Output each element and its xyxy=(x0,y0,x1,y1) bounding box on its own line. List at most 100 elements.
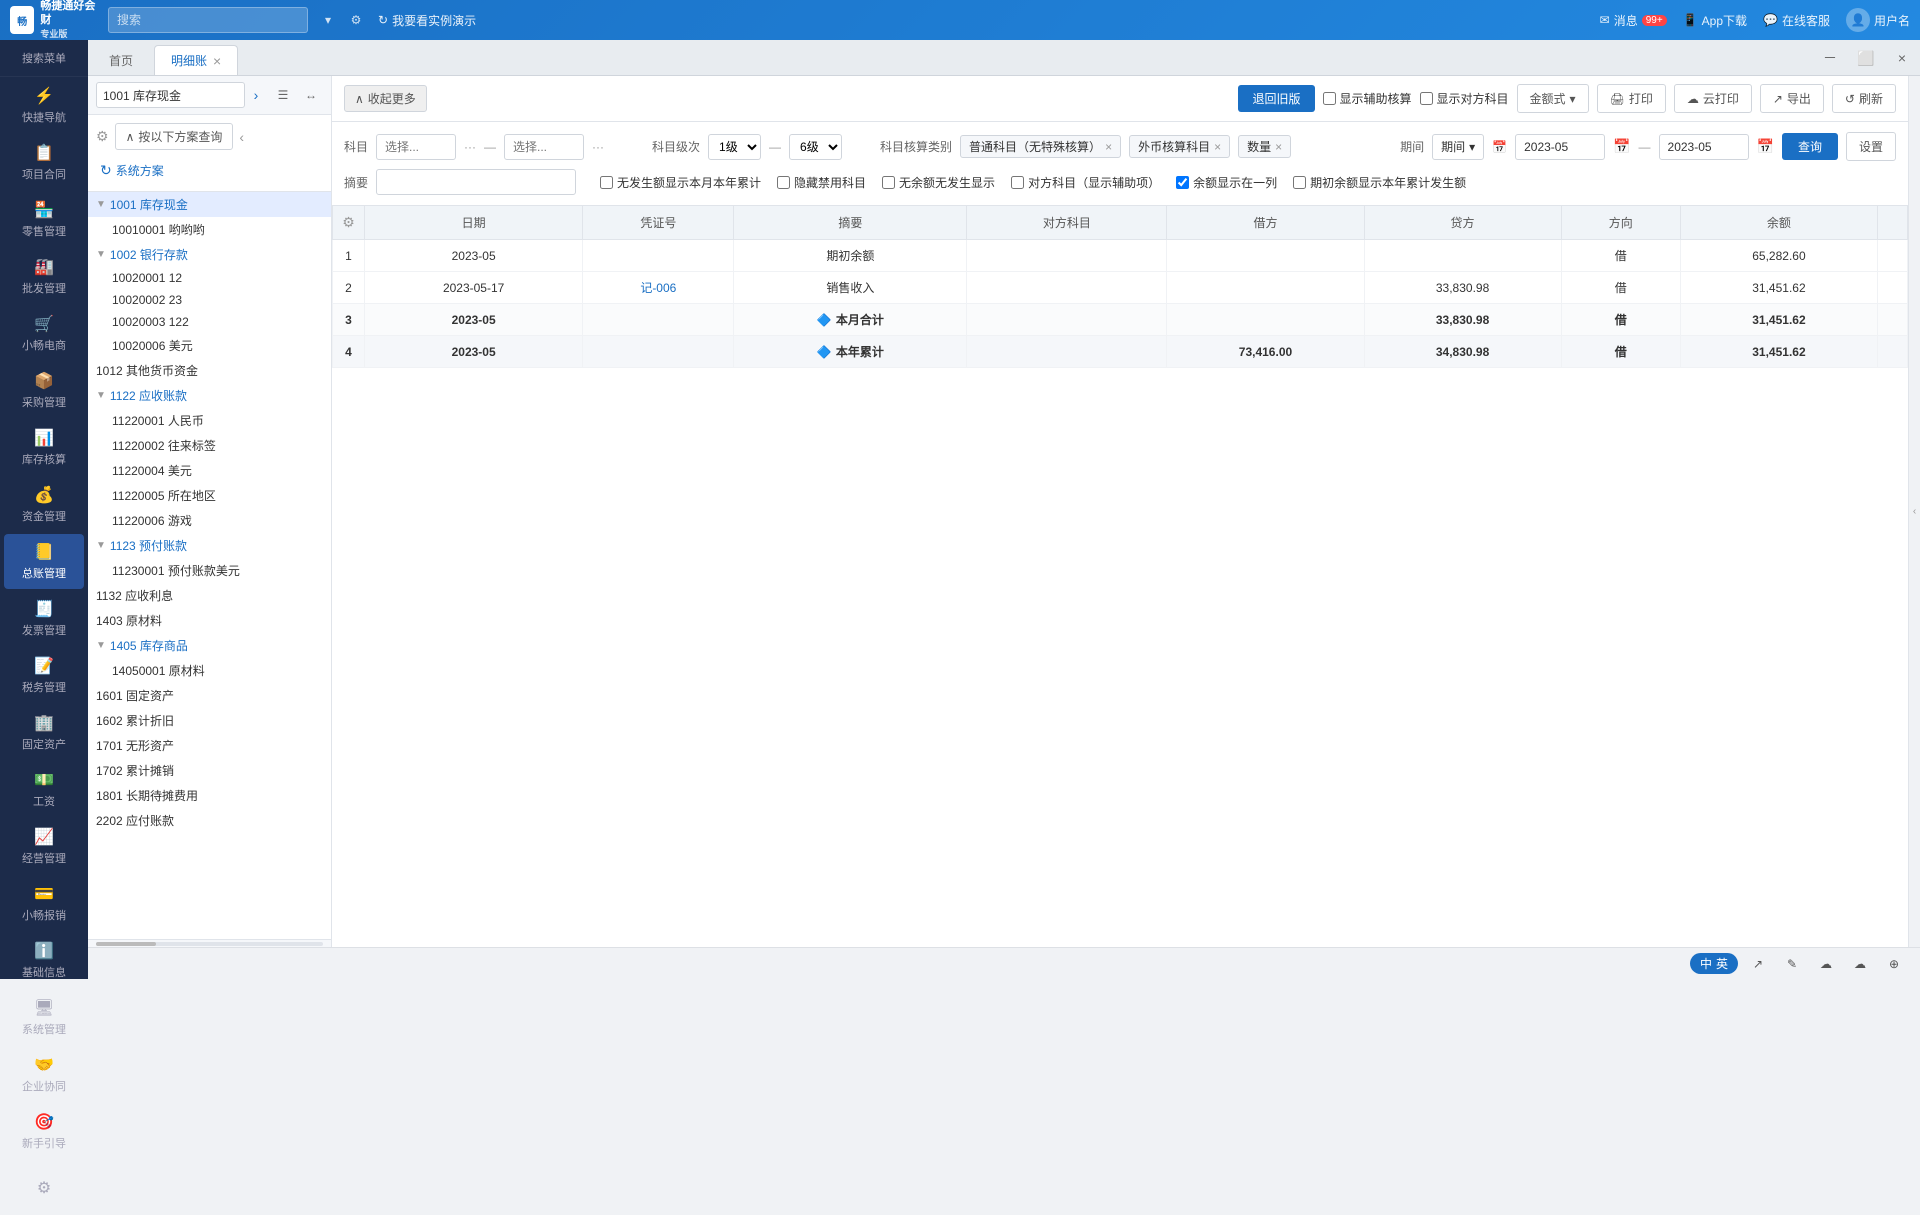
system-plan-btn[interactable]: ↻ 系统方案 xyxy=(96,158,323,183)
subject-input[interactable] xyxy=(376,134,456,160)
scroll-thumb[interactable] xyxy=(96,942,156,946)
export-btn[interactable]: ↗ 导出 xyxy=(1760,84,1824,113)
tree-item-10020006[interactable]: 10020006 美元 xyxy=(88,333,331,358)
tab-detail[interactable]: 明细账 × xyxy=(154,45,238,75)
sidebar-item-payroll[interactable]: 💵 工资 xyxy=(4,762,84,817)
online-service-btn[interactable]: 💬 在线客服 xyxy=(1763,12,1830,29)
category-tag-3-remove[interactable]: × xyxy=(1275,140,1282,154)
query-collapse-icon[interactable]: ‹ xyxy=(239,129,244,145)
tree-item-1123[interactable]: ▼ 1123 预付账款 xyxy=(88,533,331,558)
calendar-icon-2[interactable]: 📅 xyxy=(1757,138,1774,155)
cloud-print-btn[interactable]: ☁ 云打印 xyxy=(1674,84,1752,113)
level-to-select[interactable]: 6级 xyxy=(789,134,842,160)
tree-item-1702[interactable]: 1702 累计摊销 xyxy=(88,758,331,783)
lang-btn[interactable]: 中 英 xyxy=(1690,953,1738,974)
sidebar-item-wholesale[interactable]: 🏭 批发管理 xyxy=(4,249,84,304)
tree-item-11220004[interactable]: 11220004 美元 xyxy=(88,458,331,483)
tree-item-11220001[interactable]: 11220001 人民币 xyxy=(88,408,331,433)
message-btn[interactable]: ✉ 消息 99+ xyxy=(1600,12,1667,29)
scroll-track[interactable] xyxy=(96,942,323,946)
period-opening-checkbox[interactable]: 期初余额显示本年累计发生额 xyxy=(1293,174,1466,191)
print-btn[interactable]: 🖨 打印 xyxy=(1597,84,1666,113)
sidebar-search-btn[interactable]: 搜索菜单 xyxy=(0,40,88,77)
tree-item-10020003[interactable]: 10020003 122 xyxy=(88,311,331,333)
tab-close-btn[interactable]: × xyxy=(213,54,221,68)
account-tool-expand[interactable]: ↔ xyxy=(299,83,323,107)
app-download-btn[interactable]: 📱 App下载 xyxy=(1683,12,1747,29)
bottom-icon-3[interactable]: ☁ xyxy=(1812,950,1840,978)
top-search-input[interactable] xyxy=(117,13,299,27)
sidebar-item-purchase[interactable]: 📦 采购管理 xyxy=(4,363,84,418)
sidebar-item-assets[interactable]: 🏢 固定资产 xyxy=(4,705,84,760)
window-close-btn[interactable]: × xyxy=(1884,43,1920,73)
tree-item-1801[interactable]: 1801 长期待摊费用 xyxy=(88,783,331,808)
window-minimize-btn[interactable]: － xyxy=(1812,43,1848,73)
refresh-btn[interactable]: ↺ 刷新 xyxy=(1832,84,1896,113)
tree-item-1001[interactable]: ▼ 1001 库存现金 xyxy=(88,192,331,217)
bottom-icon-1[interactable]: ↗ xyxy=(1744,950,1772,978)
tree-item-2202[interactable]: 2202 应付账款 xyxy=(88,808,331,833)
sidebar-item-ledger[interactable]: 📒 总账管理 xyxy=(4,534,84,589)
demo-link[interactable]: ↻ 我要看实例演示 xyxy=(378,12,476,29)
tree-item-11220006[interactable]: 11220006 游戏 xyxy=(88,508,331,533)
tab-home[interactable]: 首页 xyxy=(92,45,150,75)
account-nav-btn[interactable]: › xyxy=(245,84,267,106)
sidebar-item-quick-nav[interactable]: ⚡ 快捷导航 xyxy=(4,78,84,133)
sidebar-item-capital[interactable]: 💰 资金管理 xyxy=(4,477,84,532)
subject-input-to[interactable] xyxy=(504,134,584,160)
sidebar-item-project[interactable]: 📋 项目合同 xyxy=(4,135,84,190)
sidebar-item-sales[interactable]: 💳 小畅报销 xyxy=(4,876,84,931)
show-opposite-checkbox[interactable]: 显示对方科目 xyxy=(1420,90,1509,107)
bottom-icon-2[interactable]: ✎ xyxy=(1778,950,1806,978)
date-from-input[interactable]: 2023-05 xyxy=(1515,134,1605,160)
tree-item-11220002[interactable]: 11220002 往来标签 xyxy=(88,433,331,458)
tree-item-10020002[interactable]: 10020002 23 xyxy=(88,289,331,311)
settings-btn[interactable]: 设置 xyxy=(1846,132,1896,161)
tree-item-1122[interactable]: ▼ 1122 应收账款 xyxy=(88,383,331,408)
sidebar-item-basic[interactable]: ℹ️ 基础信息 xyxy=(4,933,84,988)
query-btn[interactable]: 查询 xyxy=(1782,133,1838,160)
tree-item-10010001[interactable]: 10010001 哟哟哟 xyxy=(88,217,331,242)
more-btn[interactable]: ∧ 收起更多 xyxy=(344,85,427,112)
voucher-link[interactable]: 记-006 xyxy=(640,281,676,295)
tree-item-1602[interactable]: 1602 累计折旧 xyxy=(88,708,331,733)
sidebar-item-inventory[interactable]: 📊 库存核算 xyxy=(4,420,84,475)
tree-item-1403[interactable]: 1403 原材料 xyxy=(88,608,331,633)
tree-item-1132[interactable]: 1132 应收利息 xyxy=(88,583,331,608)
sidebar-item-invoice[interactable]: 🧾 发票管理 xyxy=(4,591,84,646)
account-search-box[interactable]: 1001 库存现金 xyxy=(96,82,245,108)
no-balance-checkbox[interactable]: 无余额无发生显示 xyxy=(882,174,995,191)
user-area[interactable]: 👤 用户名 xyxy=(1846,8,1910,32)
bottom-icon-5[interactable]: ⊕ xyxy=(1880,950,1908,978)
th-settings[interactable]: ⚙ xyxy=(333,206,365,240)
sidebar-settings-btn[interactable]: ⚙ xyxy=(4,1170,84,1206)
tree-item-11220005[interactable]: 11220005 所在地区 xyxy=(88,483,331,508)
summary-input[interactable] xyxy=(376,169,576,195)
date-to-input[interactable]: 2023-05 xyxy=(1659,134,1749,160)
period-type-select[interactable]: 期间 ▾ xyxy=(1432,134,1484,160)
td-voucher-2[interactable]: 记-006 xyxy=(583,272,734,304)
collapse-toggle[interactable]: ‹ xyxy=(1908,76,1920,947)
balance-one-col-checkbox[interactable]: 余额显示在一列 xyxy=(1176,174,1277,191)
category-tag-1-remove[interactable]: × xyxy=(1105,140,1112,154)
hide-disabled-checkbox[interactable]: 隐藏禁用科目 xyxy=(777,174,866,191)
tree-item-1012[interactable]: 1012 其他货币资金 xyxy=(88,358,331,383)
top-search-box[interactable] xyxy=(108,7,308,33)
opposite-show-checkbox[interactable]: 对方科目（显示辅助项） xyxy=(1011,174,1160,191)
show-aux-checkbox[interactable]: 显示辅助核算 xyxy=(1323,90,1412,107)
query-settings-icon[interactable]: ⚙ xyxy=(96,128,109,145)
no-activity-checkbox[interactable]: 无发生额显示本月本年累计 xyxy=(600,174,761,191)
tree-item-1601[interactable]: 1601 固定资产 xyxy=(88,683,331,708)
window-maximize-btn[interactable]: ⬜ xyxy=(1848,43,1884,73)
amount-style-btn[interactable]: 金额式 ▾ xyxy=(1517,84,1589,113)
tree-item-1405[interactable]: ▼ 1405 库存商品 xyxy=(88,633,331,658)
sidebar-item-retail[interactable]: 🏪 零售管理 xyxy=(4,192,84,247)
settings-btn[interactable]: ⚙ xyxy=(344,8,368,32)
tree-item-10020001[interactable]: 10020001 12 xyxy=(88,267,331,289)
tree-item-11230001[interactable]: 11230001 预付账款美元 xyxy=(88,558,331,583)
account-tool-list[interactable]: ☰ xyxy=(271,83,295,107)
sidebar-item-operations[interactable]: 📈 经营管理 xyxy=(4,819,84,874)
sidebar-item-guide[interactable]: 🎯 新手引导 xyxy=(4,1104,84,1159)
by-plan-btn[interactable]: ∧ 按以下方案查询 xyxy=(115,123,234,150)
sidebar-item-enterprise[interactable]: 🤝 企业协同 xyxy=(4,1047,84,1102)
